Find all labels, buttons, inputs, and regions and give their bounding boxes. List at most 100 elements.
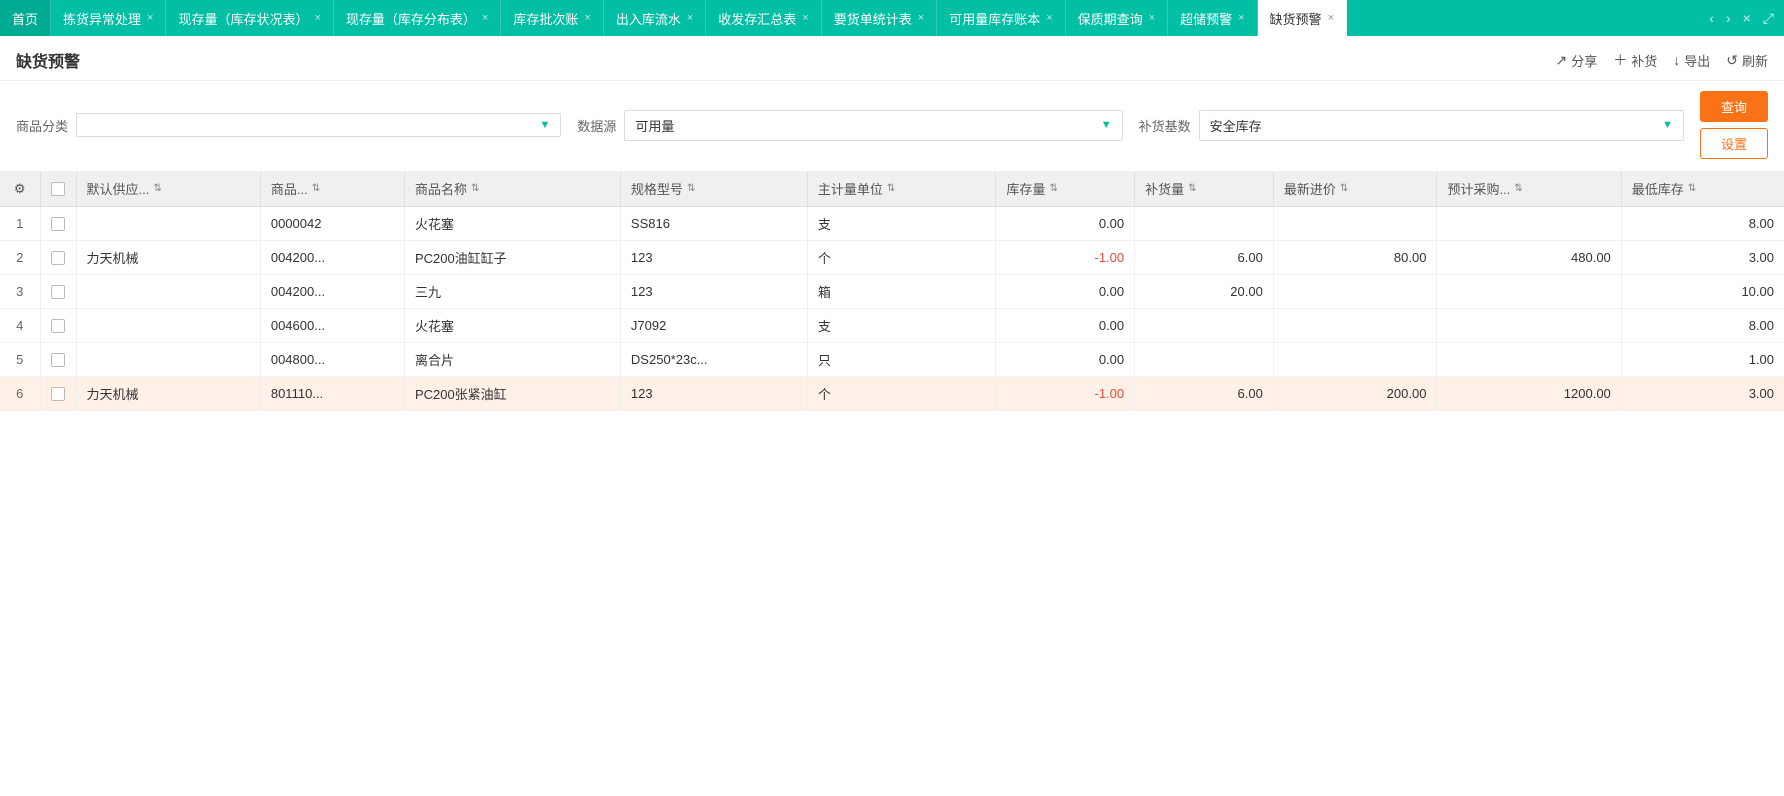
tab-close-stockout-warning[interactable]: ×	[1328, 12, 1334, 24]
sort-stock-icon: ⇅	[1049, 183, 1057, 194]
column-spec[interactable]: 规格型号 ⇅	[620, 171, 807, 207]
cell-code: 004200...	[260, 241, 404, 275]
page-title: 缺货预警	[16, 48, 80, 72]
tab-scroll-right-btn[interactable]: ›	[1720, 10, 1737, 26]
cell-latest-price: 80.00	[1273, 241, 1437, 275]
tab-shelf-life[interactable]: 保质期查询 ×	[1066, 0, 1168, 36]
cell-supplier	[76, 309, 260, 343]
data-source-filter: 数据源 可用量 ▼	[577, 110, 1122, 141]
tab-close-stock-dist[interactable]: ×	[482, 12, 488, 24]
tab-overstock-warning[interactable]: 超储预警 ×	[1168, 0, 1257, 36]
row-checkbox[interactable]	[51, 319, 65, 333]
tab-close-requisition-stats[interactable]: ×	[918, 12, 924, 24]
query-button[interactable]: 查询	[1700, 91, 1768, 122]
select-all-checkbox[interactable]	[51, 182, 65, 196]
tab-batch-account[interactable]: 库存批次账 ×	[501, 0, 603, 36]
cell-est-purchase	[1437, 275, 1621, 309]
cell-supplier	[76, 207, 260, 241]
cell-spec: SS816	[620, 207, 807, 241]
row-number: 2	[0, 241, 40, 275]
cell-replenish-qty: 20.00	[1135, 275, 1274, 309]
row-checkbox[interactable]	[51, 285, 65, 299]
tab-close-batch-account[interactable]: ×	[584, 12, 590, 24]
column-replenish-qty[interactable]: 补货量 ⇅	[1135, 171, 1274, 207]
cell-unit: 个	[807, 377, 996, 411]
refresh-action[interactable]: ↺ 刷新	[1726, 51, 1768, 70]
column-latest-price[interactable]: 最新进价 ⇅	[1273, 171, 1437, 207]
row-checkbox-cell	[40, 309, 76, 343]
row-checkbox[interactable]	[51, 387, 65, 401]
cell-replenish-qty: 6.00	[1135, 377, 1274, 411]
cell-unit: 支	[807, 207, 996, 241]
column-est-purchase[interactable]: 预计采购... ⇅	[1437, 171, 1621, 207]
cell-stock: 0.00	[996, 309, 1135, 343]
tab-requisition-stats[interactable]: 要货单统计表 ×	[822, 0, 937, 36]
sort-name-icon: ⇅	[471, 183, 479, 194]
tab-inout-flow[interactable]: 出入库流水 ×	[604, 0, 706, 36]
column-commodity-code[interactable]: 商品... ⇅	[260, 171, 404, 207]
row-checkbox[interactable]	[51, 217, 65, 231]
commodity-class-select[interactable]: ▼	[76, 113, 561, 137]
table-row: 4004600...火花塞J7092支0.008.00	[0, 309, 1784, 343]
cell-name: 离合片	[404, 343, 620, 377]
replenish-base-filter: 补货基数 安全库存 ▼	[1139, 110, 1684, 141]
replenish-action[interactable]: ＋ 补货	[1613, 50, 1657, 70]
column-settings[interactable]: ⚙	[0, 171, 40, 207]
table-row: 2力天机械004200...PC200油缸缸子123个-1.006.0080.0…	[0, 241, 1784, 275]
tab-bar: 首页 拣货异常处理 × 现存量（库存状况表） × 现存量（库存分布表） × 库存…	[0, 0, 1784, 36]
tab-close-pick-exception[interactable]: ×	[147, 12, 153, 24]
row-checkbox[interactable]	[51, 251, 65, 265]
column-min-stock[interactable]: 最低库存 ⇅	[1621, 171, 1784, 207]
tab-receive-summary[interactable]: 收发存汇总表 ×	[706, 0, 821, 36]
share-action[interactable]: ↗ 分享	[1555, 51, 1597, 70]
tab-close-overstock-warning[interactable]: ×	[1238, 12, 1244, 24]
cell-unit: 个	[807, 241, 996, 275]
row-checkbox[interactable]	[51, 353, 65, 367]
tab-home[interactable]: 首页	[0, 0, 51, 36]
tab-available-stock[interactable]: 可用量库存账本 ×	[937, 0, 1065, 36]
tab-close-stock-status[interactable]: ×	[314, 12, 320, 24]
row-checkbox-cell	[40, 207, 76, 241]
cell-name: PC200张紧油缸	[404, 377, 620, 411]
tab-close-receive-summary[interactable]: ×	[802, 12, 808, 24]
cell-est-purchase	[1437, 343, 1621, 377]
cell-spec: DS250*23c...	[620, 343, 807, 377]
sort-price-icon: ⇅	[1340, 183, 1348, 194]
column-default-supplier[interactable]: 默认供应... ⇅	[76, 171, 260, 207]
tab-expand-btn[interactable]: ⤢	[1757, 10, 1780, 27]
column-commodity-name[interactable]: 商品名称 ⇅	[404, 171, 620, 207]
cell-est-purchase: 480.00	[1437, 241, 1621, 275]
export-label: 导出	[1684, 51, 1710, 70]
cell-min-stock: 10.00	[1621, 275, 1784, 309]
tab-scroll-left-btn[interactable]: ‹	[1703, 10, 1720, 26]
tab-close-all-btn[interactable]: ×	[1737, 10, 1757, 26]
table-body: 10000042火花塞SS816支0.008.002力天机械004200...P…	[0, 207, 1784, 411]
tab-close-shelf-life[interactable]: ×	[1149, 12, 1155, 24]
cell-code: 004200...	[260, 275, 404, 309]
gear-icon: ⚙	[14, 181, 26, 196]
tab-stock-dist[interactable]: 现存量（库存分布表） ×	[334, 0, 501, 36]
tab-stock-status[interactable]: 现存量（库存状况表） ×	[166, 0, 333, 36]
cell-stock: -1.00	[996, 377, 1135, 411]
cell-latest-price	[1273, 343, 1437, 377]
cell-name: 火花塞	[404, 309, 620, 343]
column-unit[interactable]: 主计量单位 ⇅	[807, 171, 996, 207]
column-stock[interactable]: 库存量 ⇅	[996, 171, 1135, 207]
cell-min-stock: 3.00	[1621, 377, 1784, 411]
data-source-chevron-icon: ▼	[1101, 119, 1112, 131]
replenish-icon: ＋	[1613, 50, 1627, 70]
data-source-select[interactable]: 可用量 ▼	[624, 110, 1122, 141]
settings-button[interactable]: 设置	[1700, 128, 1768, 159]
row-checkbox-cell	[40, 343, 76, 377]
tab-pick-exception[interactable]: 拣货异常处理 ×	[51, 0, 166, 36]
tab-close-inout-flow[interactable]: ×	[687, 12, 693, 24]
cell-stock: 0.00	[996, 343, 1135, 377]
cell-replenish-qty	[1135, 343, 1274, 377]
replenish-base-value: 安全库存	[1210, 116, 1262, 135]
tab-close-available-stock[interactable]: ×	[1046, 12, 1052, 24]
tab-stockout-warning[interactable]: 缺货预警 ×	[1258, 0, 1347, 36]
cell-min-stock: 1.00	[1621, 343, 1784, 377]
export-action[interactable]: ↓ 导出	[1673, 51, 1710, 70]
replenish-base-select[interactable]: 安全库存 ▼	[1199, 110, 1684, 141]
page-container: 缺货预警 ↗ 分享 ＋ 补货 ↓ 导出 ↺ 刷新 商品分类	[0, 36, 1784, 796]
